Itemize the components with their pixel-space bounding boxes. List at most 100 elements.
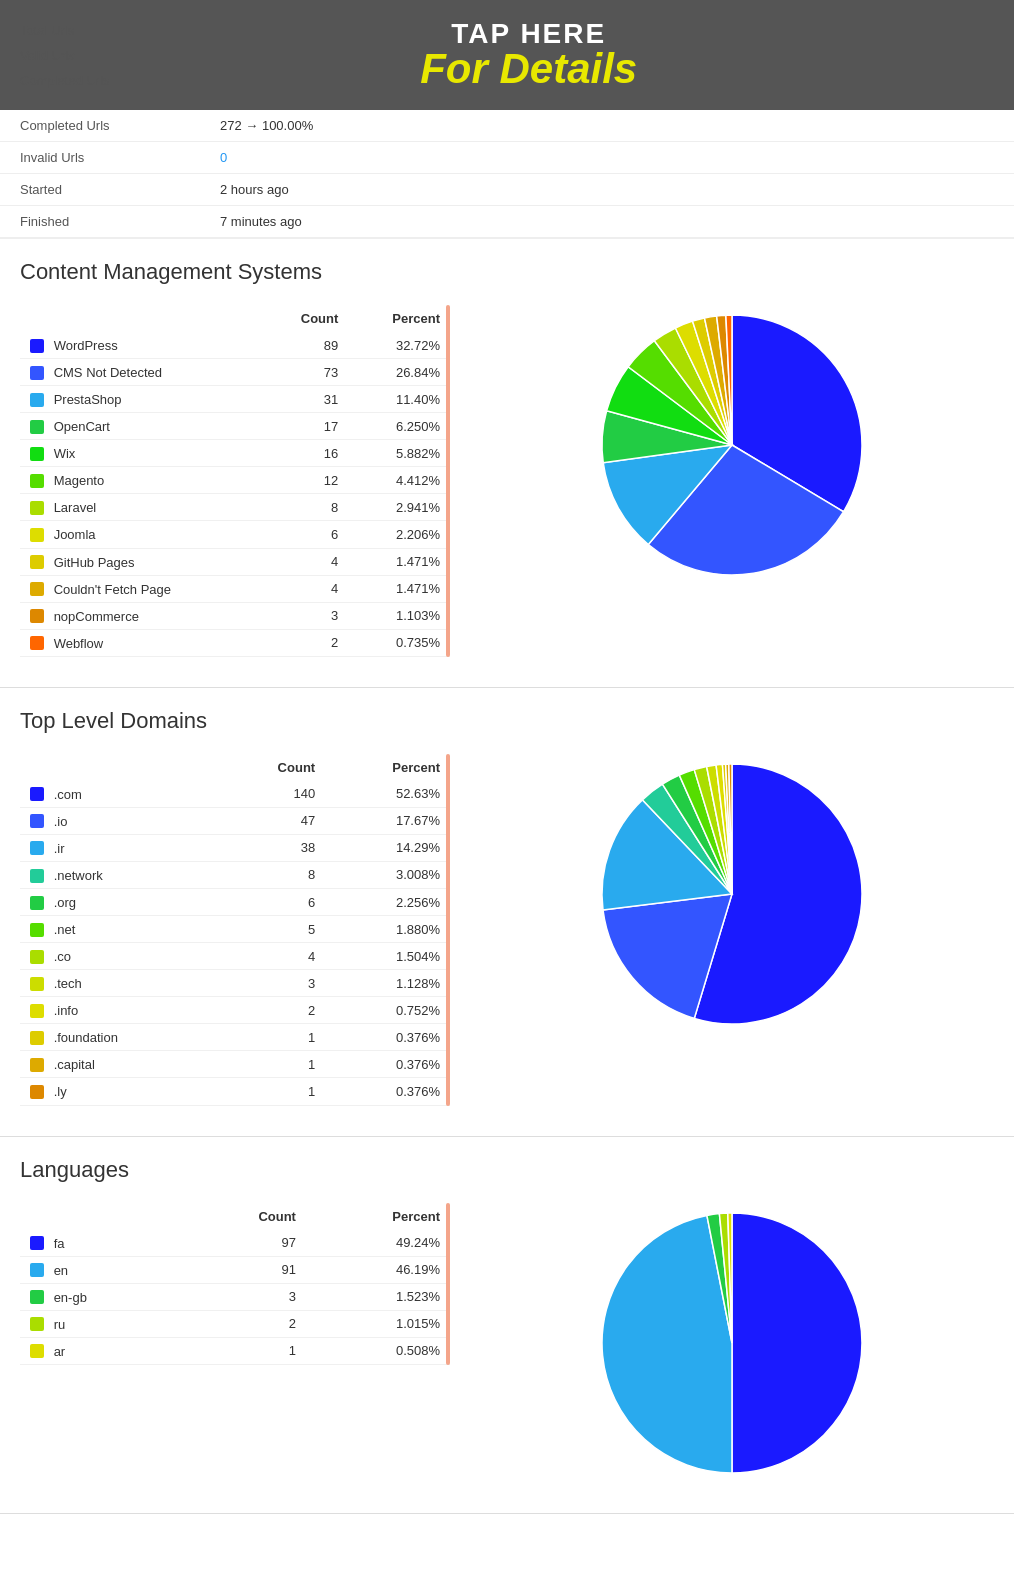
table-row: Couldn't Fetch Page 4 1.471% [20, 575, 450, 602]
lang-content: Count Percent fa 97 49.24% en 91 46.19% [20, 1203, 994, 1483]
color-indicator [30, 528, 44, 542]
percent-cell: 46.19% [306, 1256, 450, 1283]
cms-table-wrap: Count Percent WordPress 89 32.72% CMS No… [20, 305, 450, 657]
tap-line: TAP HERE [420, 20, 637, 48]
table-row: PrestaShop 31 11.40% [20, 386, 450, 413]
table-row: .capital 1 0.376% [20, 1051, 450, 1078]
item-cell: Wix [20, 440, 262, 467]
item-cell: .capital [20, 1051, 219, 1078]
item-cell: en-gb [20, 1283, 184, 1310]
item-cell: .ly [20, 1078, 219, 1105]
item-label: .info [54, 1003, 79, 1018]
table-row: Joomla 6 2.206% [20, 521, 450, 548]
percent-cell: 0.735% [348, 629, 450, 656]
item-label: en [54, 1263, 68, 1278]
percent-cell: 1.471% [348, 575, 450, 602]
count-cell: 38 [219, 834, 325, 861]
count-cell: 6 [219, 889, 325, 916]
color-indicator [30, 1236, 44, 1250]
table-row: Webflow 2 0.735% [20, 629, 450, 656]
percent-cell: 0.752% [325, 997, 450, 1024]
lang-section: Languages Count Percent fa 97 49.24% [0, 1137, 1014, 1514]
item-cell: Couldn't Fetch Page [20, 575, 262, 602]
percent-cell: 5.882% [348, 440, 450, 467]
percent-cell: 2.206% [348, 521, 450, 548]
table-row: Magento 12 4.412% [20, 467, 450, 494]
color-indicator [30, 1085, 44, 1099]
color-indicator [30, 1004, 44, 1018]
item-cell: ru [20, 1310, 184, 1337]
count-cell: 4 [262, 575, 348, 602]
item-label: ru [54, 1317, 66, 1332]
count-cell: 5 [219, 916, 325, 943]
percent-cell: 1.015% [306, 1310, 450, 1337]
color-indicator [30, 636, 44, 650]
item-cell: .co [20, 943, 219, 970]
count-cell: 3 [262, 602, 348, 629]
count-cell: 2 [219, 997, 325, 1024]
cms-title: Content Management Systems [20, 259, 994, 285]
table-row: .co 4 1.504% [20, 943, 450, 970]
percent-cell: 2.256% [325, 889, 450, 916]
lang-col-label [20, 1203, 184, 1230]
color-indicator [30, 1031, 44, 1045]
table-row: .net 5 1.880% [20, 916, 450, 943]
table-row: .ir 38 14.29% [20, 834, 450, 861]
tld-title: Top Level Domains [20, 708, 994, 734]
color-indicator [30, 1317, 44, 1331]
lang-table: Count Percent fa 97 49.24% en 91 46.19% [20, 1203, 450, 1365]
header: Total Urls Valid Urls Completed Urls TAP… [0, 0, 1014, 110]
table-row: en 91 46.19% [20, 1256, 450, 1283]
table-row: Laravel 8 2.941% [20, 494, 450, 521]
item-cell: .info [20, 997, 219, 1024]
invalid-value: 0 [220, 150, 227, 165]
tld-table-wrap: Count Percent .com 140 52.63% .io 47 17.… [20, 754, 450, 1106]
percent-cell: 17.67% [325, 807, 450, 834]
tap-here-banner[interactable]: TAP HERE For Details [420, 20, 637, 90]
item-label: .org [54, 895, 76, 910]
count-cell: 1 [219, 1078, 325, 1105]
item-label: .foundation [54, 1030, 118, 1045]
count-cell: 3 [219, 970, 325, 997]
item-label: OpenCart [54, 419, 110, 434]
percent-cell: 1.880% [325, 916, 450, 943]
total-urls-row: Total Urls [20, 20, 110, 41]
cms-section: Content Management Systems Count Percent… [0, 239, 1014, 688]
table-row: .com 140 52.63% [20, 781, 450, 808]
color-indicator [30, 1263, 44, 1277]
count-cell: 89 [262, 332, 348, 359]
table-row: ru 2 1.015% [20, 1310, 450, 1337]
count-cell: 4 [219, 943, 325, 970]
item-label: ar [54, 1344, 66, 1359]
item-cell: Webflow [20, 629, 262, 656]
item-cell: nopCommerce [20, 602, 262, 629]
color-indicator [30, 609, 44, 623]
lang-chart-wrap [470, 1203, 994, 1483]
pie-slice [602, 1215, 732, 1473]
color-indicator [30, 339, 44, 353]
table-row: WordPress 89 32.72% [20, 332, 450, 359]
color-indicator [30, 787, 44, 801]
count-cell: 97 [184, 1230, 306, 1257]
percent-cell: 32.72% [348, 332, 450, 359]
lang-col-percent: Percent [306, 1203, 450, 1230]
percent-cell: 6.250% [348, 413, 450, 440]
count-cell: 1 [219, 1024, 325, 1051]
item-cell: GitHub Pages [20, 548, 262, 575]
item-cell: .tech [20, 970, 219, 997]
item-cell: OpenCart [20, 413, 262, 440]
color-indicator [30, 447, 44, 461]
lang-title: Languages [20, 1157, 994, 1183]
finished-value: 7 minutes ago [220, 214, 302, 229]
table-row: .info 2 0.752% [20, 997, 450, 1024]
percent-cell: 0.376% [325, 1024, 450, 1051]
percent-cell: 1.128% [325, 970, 450, 997]
count-cell: 140 [219, 781, 325, 808]
invalid-label: Invalid Urls [20, 150, 220, 165]
percent-cell: 2.941% [348, 494, 450, 521]
table-row: .ly 1 0.376% [20, 1078, 450, 1105]
tld-col-label [20, 754, 219, 781]
tld-content: Count Percent .com 140 52.63% .io 47 17.… [20, 754, 994, 1106]
color-indicator [30, 501, 44, 515]
tld-table: Count Percent .com 140 52.63% .io 47 17.… [20, 754, 450, 1106]
